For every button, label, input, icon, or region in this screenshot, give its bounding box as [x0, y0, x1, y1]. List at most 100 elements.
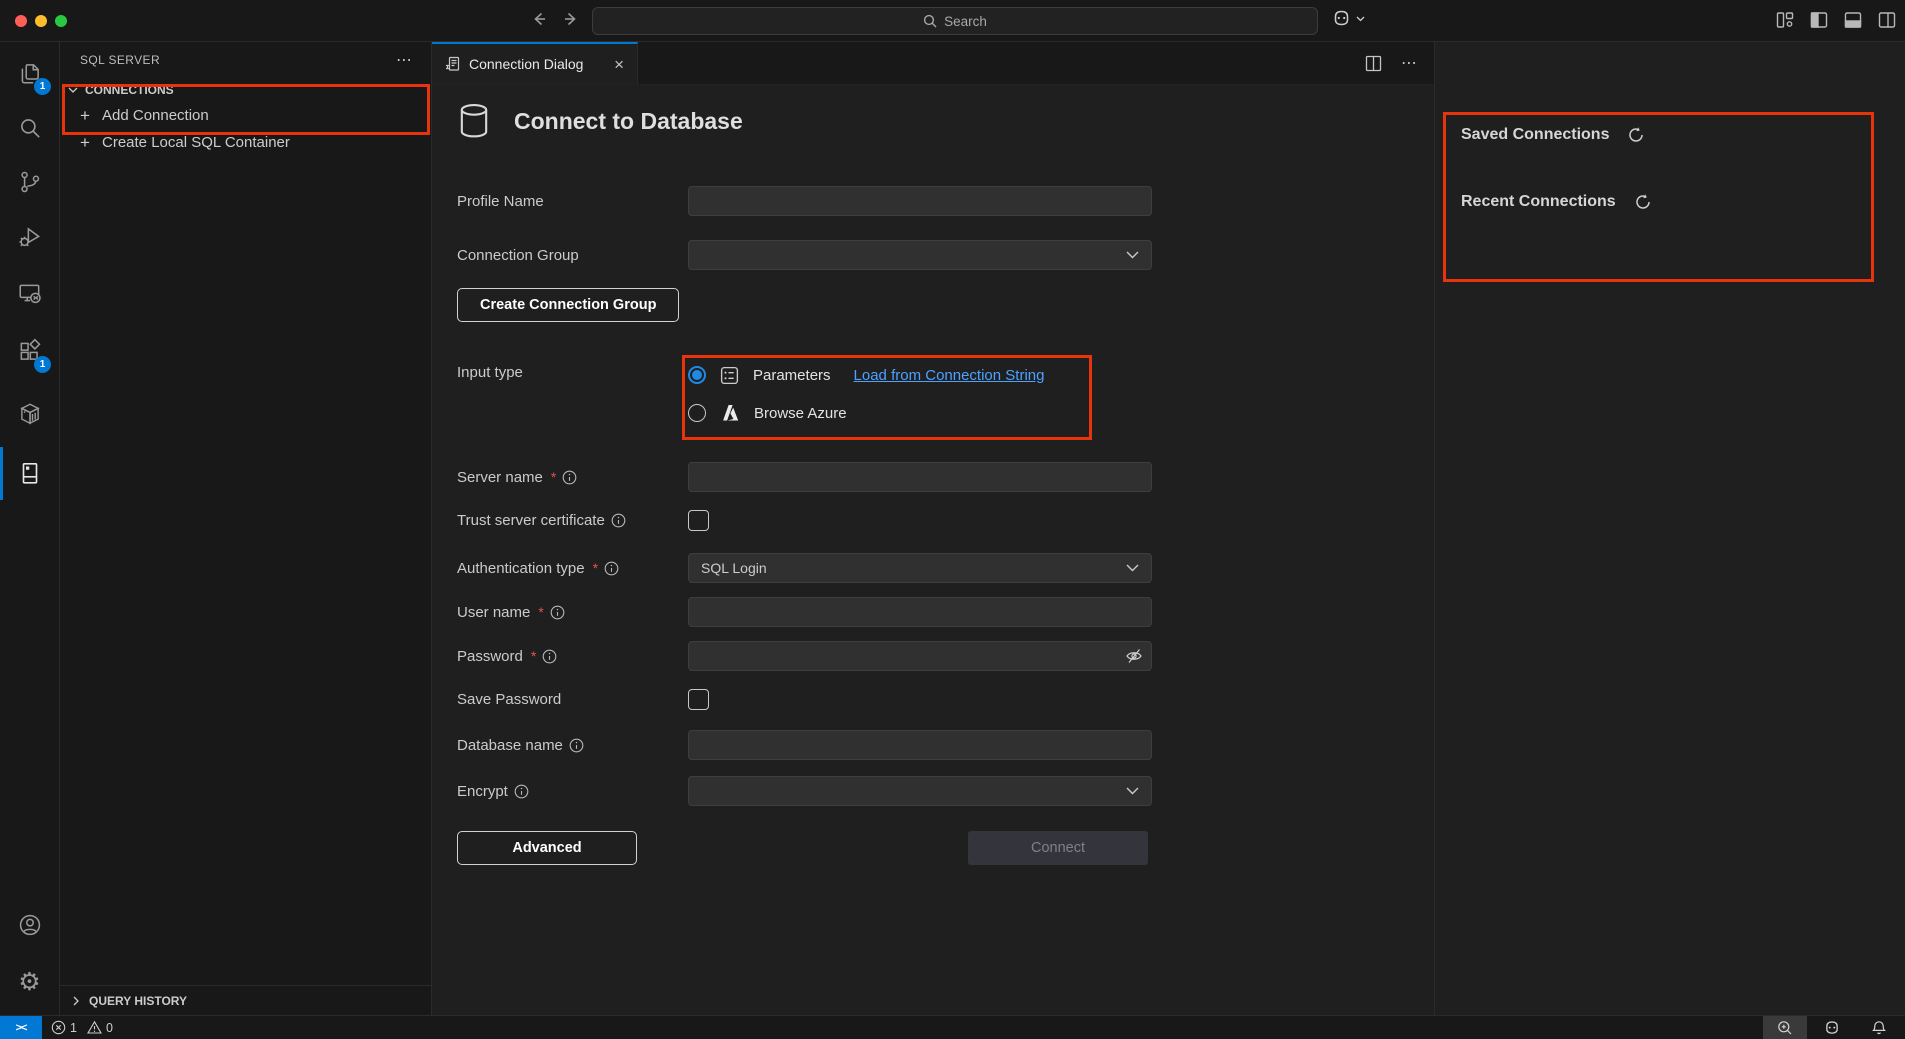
- trust-server-certificate-checkbox[interactable]: [688, 510, 709, 531]
- dialog-title: Connect to Database: [514, 108, 743, 135]
- container-tools-icon[interactable]: [0, 390, 59, 438]
- extensions-badge: 1: [34, 356, 51, 373]
- parameters-form-icon: [719, 365, 740, 386]
- chevron-down-icon: [1126, 251, 1139, 259]
- sidebar-more-actions-icon[interactable]: ⋯: [390, 50, 419, 70]
- recent-connections-title: Recent Connections: [1461, 193, 1616, 211]
- info-icon: [514, 784, 529, 799]
- chevron-down-icon: [1126, 787, 1139, 795]
- source-control-icon[interactable]: [0, 158, 59, 206]
- create-local-sql-container-item[interactable]: + Create Local SQL Container: [60, 129, 431, 156]
- info-icon: [604, 561, 619, 576]
- info-icon: [542, 649, 557, 664]
- advanced-button[interactable]: Advanced: [457, 831, 637, 865]
- database-name-input[interactable]: [688, 730, 1152, 760]
- customize-layout-icon[interactable]: [1775, 10, 1795, 30]
- close-tab-icon[interactable]: ×: [609, 54, 629, 75]
- sql-server-sidebar: SQL SERVER ⋯ CONNECTIONS + Add Connectio…: [60, 42, 432, 1015]
- authentication-type-dropdown[interactable]: SQL Login: [688, 553, 1152, 583]
- run-debug-icon[interactable]: [0, 213, 59, 261]
- user-name-label: User name*: [457, 604, 688, 621]
- status-bar: >< 1 0: [0, 1015, 1905, 1039]
- connection-group-dropdown[interactable]: [688, 240, 1152, 270]
- error-icon: [51, 1020, 66, 1035]
- azure-icon: [719, 403, 741, 423]
- info-icon: [611, 513, 626, 528]
- add-connection-item[interactable]: + Add Connection: [60, 102, 431, 129]
- save-password-checkbox[interactable]: [688, 689, 709, 710]
- back-icon[interactable]: [530, 10, 548, 28]
- password-input[interactable]: [688, 641, 1152, 671]
- server-name-input[interactable]: [688, 462, 1152, 492]
- toggle-primary-sidebar-icon[interactable]: [1809, 10, 1829, 30]
- warning-count: 0: [106, 1021, 113, 1035]
- extensions-icon[interactable]: 1: [0, 327, 59, 375]
- sql-server-icon[interactable]: [0, 449, 59, 497]
- input-type-browse-azure-option: Browse Azure: [688, 401, 847, 425]
- chevron-right-icon: [68, 993, 84, 1009]
- save-password-label: Save Password: [457, 691, 688, 708]
- active-view-indicator: [0, 447, 3, 500]
- close-window-button[interactable]: [15, 15, 27, 27]
- server-name-label: Server name*: [457, 469, 688, 486]
- connections-section-header[interactable]: CONNECTIONS: [60, 77, 431, 102]
- parameters-radio[interactable]: [688, 366, 706, 384]
- copilot-icon: [1331, 8, 1352, 29]
- info-icon: [550, 605, 565, 620]
- encrypt-dropdown[interactable]: [688, 776, 1152, 806]
- split-editor-icon[interactable]: [1364, 54, 1383, 73]
- toggle-panel-icon[interactable]: [1843, 10, 1863, 30]
- password-label: Password*: [457, 648, 688, 665]
- sidebar-title: SQL SERVER: [80, 53, 160, 67]
- info-icon: [569, 738, 584, 753]
- copilot-menu[interactable]: [1331, 8, 1365, 29]
- load-from-connection-string-link[interactable]: Load from Connection String: [854, 367, 1045, 384]
- editor-more-actions-icon[interactable]: ⋯: [1401, 53, 1418, 73]
- settings-gear-icon[interactable]: ⚙: [0, 958, 59, 1006]
- chevron-down-icon: [65, 82, 81, 98]
- minimize-window-button[interactable]: [35, 15, 47, 27]
- toggle-secondary-sidebar-icon[interactable]: [1877, 10, 1897, 30]
- window-controls: [15, 15, 67, 27]
- database-name-label: Database name: [457, 737, 688, 754]
- connect-button[interactable]: Connect: [968, 831, 1148, 865]
- refresh-saved-connections-icon[interactable]: [1627, 126, 1645, 144]
- connection-dialog-form: Connect to Database Profile Name Connect…: [432, 85, 1434, 1015]
- database-icon: [458, 103, 490, 139]
- trust-server-certificate-label: Trust server certificate: [457, 512, 688, 529]
- zoom-status-icon[interactable]: [1763, 1016, 1807, 1039]
- eye-off-icon[interactable]: [1125, 647, 1143, 665]
- remote-indicator[interactable]: ><: [0, 1016, 42, 1039]
- input-type-parameters-option: Parameters Load from Connection String: [688, 363, 1044, 387]
- remote-explorer-icon[interactable]: [0, 269, 59, 317]
- accounts-icon[interactable]: [0, 901, 59, 949]
- search-label: Search: [944, 14, 987, 29]
- tab-strip: Connection Dialog × ⋯: [432, 42, 1434, 85]
- user-name-input[interactable]: [688, 597, 1152, 627]
- maximize-window-button[interactable]: [55, 15, 67, 27]
- connection-group-label: Connection Group: [457, 247, 688, 264]
- forward-icon[interactable]: [562, 10, 580, 28]
- plus-icon: +: [78, 106, 92, 126]
- problems-status[interactable]: 1 0: [42, 1020, 113, 1035]
- query-history-section-header[interactable]: QUERY HISTORY: [60, 985, 431, 1015]
- browse-azure-radio[interactable]: [688, 404, 706, 422]
- refresh-recent-connections-icon[interactable]: [1634, 193, 1652, 211]
- notifications-bell-icon[interactable]: [1857, 1016, 1901, 1039]
- explorer-icon[interactable]: 1: [0, 49, 59, 97]
- warning-icon: [87, 1020, 102, 1035]
- authentication-type-label: Authentication type*: [457, 560, 688, 577]
- chevron-down-icon: [1126, 564, 1139, 572]
- command-center-search[interactable]: Search: [592, 7, 1318, 35]
- tab-connection-dialog[interactable]: Connection Dialog ×: [432, 42, 638, 84]
- vscode-window: Search: [0, 0, 1905, 1039]
- connections-browser-panel: Saved Connections Recent Connections: [1434, 42, 1905, 1015]
- search-icon: [923, 14, 937, 28]
- error-count: 1: [70, 1021, 77, 1035]
- create-connection-group-button[interactable]: Create Connection Group: [457, 288, 679, 322]
- search-sidebar-icon[interactable]: [0, 104, 59, 152]
- saved-connections-title: Saved Connections: [1461, 126, 1609, 144]
- profile-name-label: Profile Name: [457, 193, 688, 210]
- profile-name-input[interactable]: [688, 186, 1152, 216]
- copilot-status-icon[interactable]: [1809, 1016, 1855, 1039]
